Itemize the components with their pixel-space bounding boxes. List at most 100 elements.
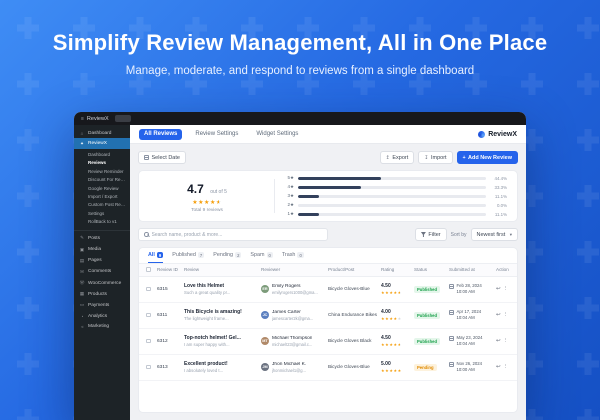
sidebar-item-label: WooCommerce — [88, 280, 122, 286]
sidebar-item-label: Products — [88, 291, 107, 297]
sidebar-subitem-rollback-to-v1[interactable]: RollBack to v1 — [74, 217, 130, 225]
column-header-rating: Rating — [381, 267, 395, 272]
sidebar-item-marketing[interactable]: ◃ Marketing — [74, 321, 130, 332]
reply-icon[interactable]: ↩ — [496, 286, 501, 292]
sidebar-item-woocommerce[interactable]: Ⓦ WooCommerce — [74, 278, 130, 289]
status-tab-trash[interactable]: Trash 0 — [282, 252, 304, 263]
menu-icon: ≡ — [81, 115, 84, 122]
status-cell: Published — [414, 311, 446, 319]
search-box — [138, 228, 328, 241]
row-checkbox[interactable] — [146, 364, 151, 370]
sidebar-item-posts[interactable]: ✎ Posts — [74, 233, 130, 244]
sidebar-item-products[interactable]: ▦ Products — [74, 289, 130, 300]
tab-all-reviews[interactable]: All Reviews — [139, 128, 183, 140]
rating-cell: 4.00 ★★★★★ — [381, 309, 411, 321]
select-date-button[interactable]: Select Date — [138, 151, 186, 164]
more-actions-icon[interactable]: ⋮ — [503, 286, 509, 292]
review-excerpt: I am super happy with... — [184, 342, 230, 347]
review-excerpt: I absolutely loved t... — [184, 368, 224, 373]
status-tab-pending[interactable]: Pending 2 — [213, 252, 242, 263]
sidebar-subitem-settings[interactable]: Settings — [74, 209, 130, 217]
sidebar-item-label: Pages — [88, 258, 102, 264]
vertical-divider — [274, 179, 275, 213]
status-badge: Published — [414, 285, 441, 293]
sidebar-item-reviewx[interactable]: ✦ ReviewX — [74, 138, 130, 150]
row-actions: ↩ ⋮ — [496, 286, 510, 292]
status-badge: Published — [414, 337, 441, 345]
products-icon: ▦ — [79, 291, 85, 297]
status-tab-label: Trash — [281, 252, 296, 258]
reviewer-cell: JM Jhon Michael K. jhonmichael1@g... — [261, 362, 325, 373]
row-checkbox[interactable] — [146, 312, 151, 318]
more-actions-icon[interactable]: ⋮ — [503, 338, 509, 344]
sidebar-subitem-google-review[interactable]: Google Review — [74, 184, 130, 192]
distribution-bar-track — [298, 176, 486, 180]
rating-cell: 4.50 ★★★★★ — [381, 283, 411, 295]
sidebar-item-label: ReviewX — [88, 141, 107, 147]
reply-icon[interactable]: ↩ — [496, 312, 501, 318]
sidebar-subitem-review-reminder[interactable]: Review Reminder — [74, 167, 130, 175]
app-body: ⌂ Dashboard ✦ ReviewX Dashboard Reviews Review… — [74, 125, 526, 420]
pages-icon: ▤ — [79, 257, 85, 263]
distribution-star-label: 2★ — [287, 202, 294, 207]
review-id: 6315 — [157, 286, 168, 292]
row-checkbox[interactable] — [146, 338, 151, 344]
add-new-review-button[interactable]: + Add New Review — [456, 151, 518, 164]
tab-review-settings[interactable]: Review Settings — [190, 129, 243, 140]
sidebar-subitem-discount-for-review[interactable]: Discount For Review — [74, 176, 130, 184]
column-header-action: Action — [496, 267, 509, 272]
sort-dropdown[interactable]: Newest first ▾ — [470, 228, 518, 241]
review-cell: Love this Helmet Such a great quality pr.… — [184, 283, 258, 295]
product-cell: Bicycle Gloves-Blue — [328, 286, 370, 292]
sidebar-item-pages[interactable]: ▤ Pages — [74, 255, 130, 266]
status-cell: Pending — [414, 363, 446, 371]
tab-widget-settings[interactable]: Widget Settings — [251, 129, 303, 140]
rating-distribution: 5★ 44.4% 4★ 33.3% 3★ 11.1% 2★ 0.0% 1★ 11.1% — [284, 175, 507, 217]
reply-icon[interactable]: ↩ — [496, 364, 501, 370]
submitted-date: Apr 17, 2024 10:04 AM — [456, 309, 482, 320]
rating-summary-card: 4.7 out of 5 ★★★★★ Total 9 reviews 5★ 44.… — [138, 170, 518, 222]
reviewer-cell: ER Emily Rogers emilyrogers1000@gma... — [261, 284, 325, 295]
reply-icon[interactable]: ↩ — [496, 338, 501, 344]
sidebar-item-comments[interactable]: ✉ Comments — [74, 266, 130, 277]
plus-icon: + — [462, 154, 466, 161]
rating-value: 4.00 — [381, 309, 391, 315]
select-all-checkbox[interactable] — [146, 267, 151, 272]
sidebar-subitem-import-export[interactable]: Import / Export — [74, 192, 130, 200]
sidebar-subitem-reviews[interactable]: Reviews — [74, 159, 130, 167]
filter-button[interactable]: Filter — [414, 228, 447, 241]
sidebar-subitem-dashboard[interactable]: Dashboard — [74, 150, 130, 158]
status-tab-label: Pending — [213, 252, 234, 258]
product-cell: China Endurance Bikes — [328, 312, 377, 318]
search-input[interactable] — [151, 231, 322, 238]
row-checkbox[interactable] — [146, 286, 151, 292]
column-header-product-post: Product/Post — [328, 267, 355, 272]
hero-title: Simplify Review Management, All in One P… — [52, 30, 548, 55]
distribution-percent: 44.4% — [494, 175, 507, 181]
distribution-row: 2★ 0.0% — [284, 202, 507, 208]
review-title: Top-notch helmet! Gel... — [184, 335, 241, 341]
column-header-status: Status — [414, 267, 428, 272]
reviewx-icon: ✦ — [80, 140, 84, 146]
select-date-label: Select Date — [151, 154, 180, 161]
import-button[interactable]: ↧ Import — [418, 151, 453, 164]
sidebar-item-label: Dashboard — [88, 130, 112, 136]
sidebar-subitem-custom-post-review[interactable]: Custom Post Review — [74, 201, 130, 209]
status-tab-all[interactable]: All 9 — [148, 252, 164, 263]
sidebar-item-media[interactable]: ▣ Media — [74, 244, 130, 255]
status-tab-published[interactable]: Published 7 — [172, 252, 205, 263]
column-header-review-id: Review ID — [157, 267, 178, 272]
star-icon: ★ — [209, 200, 216, 206]
reviewer-info: Michael Thompson michaelt23@gmail.c... — [272, 336, 312, 347]
window-title: ReviewX — [86, 115, 109, 122]
more-actions-icon[interactable]: ⋮ — [503, 364, 509, 370]
more-actions-icon[interactable]: ⋮ — [503, 312, 509, 318]
sidebar-item-payments[interactable]: ▭ Payments — [74, 300, 130, 311]
sidebar-item-dashboard[interactable]: ⌂ Dashboard — [74, 128, 130, 138]
status-tab-spam[interactable]: Spam 0 — [250, 252, 273, 263]
analytics-icon: ◔ — [80, 313, 84, 319]
export-button[interactable]: ↥ Export — [379, 151, 415, 164]
titlebar-tab[interactable] — [114, 115, 131, 122]
table-row: 6312 Top-notch helmet! Gel... I am super h… — [139, 329, 517, 355]
sidebar-item-analytics[interactable]: ◔ Analytics — [74, 311, 130, 321]
